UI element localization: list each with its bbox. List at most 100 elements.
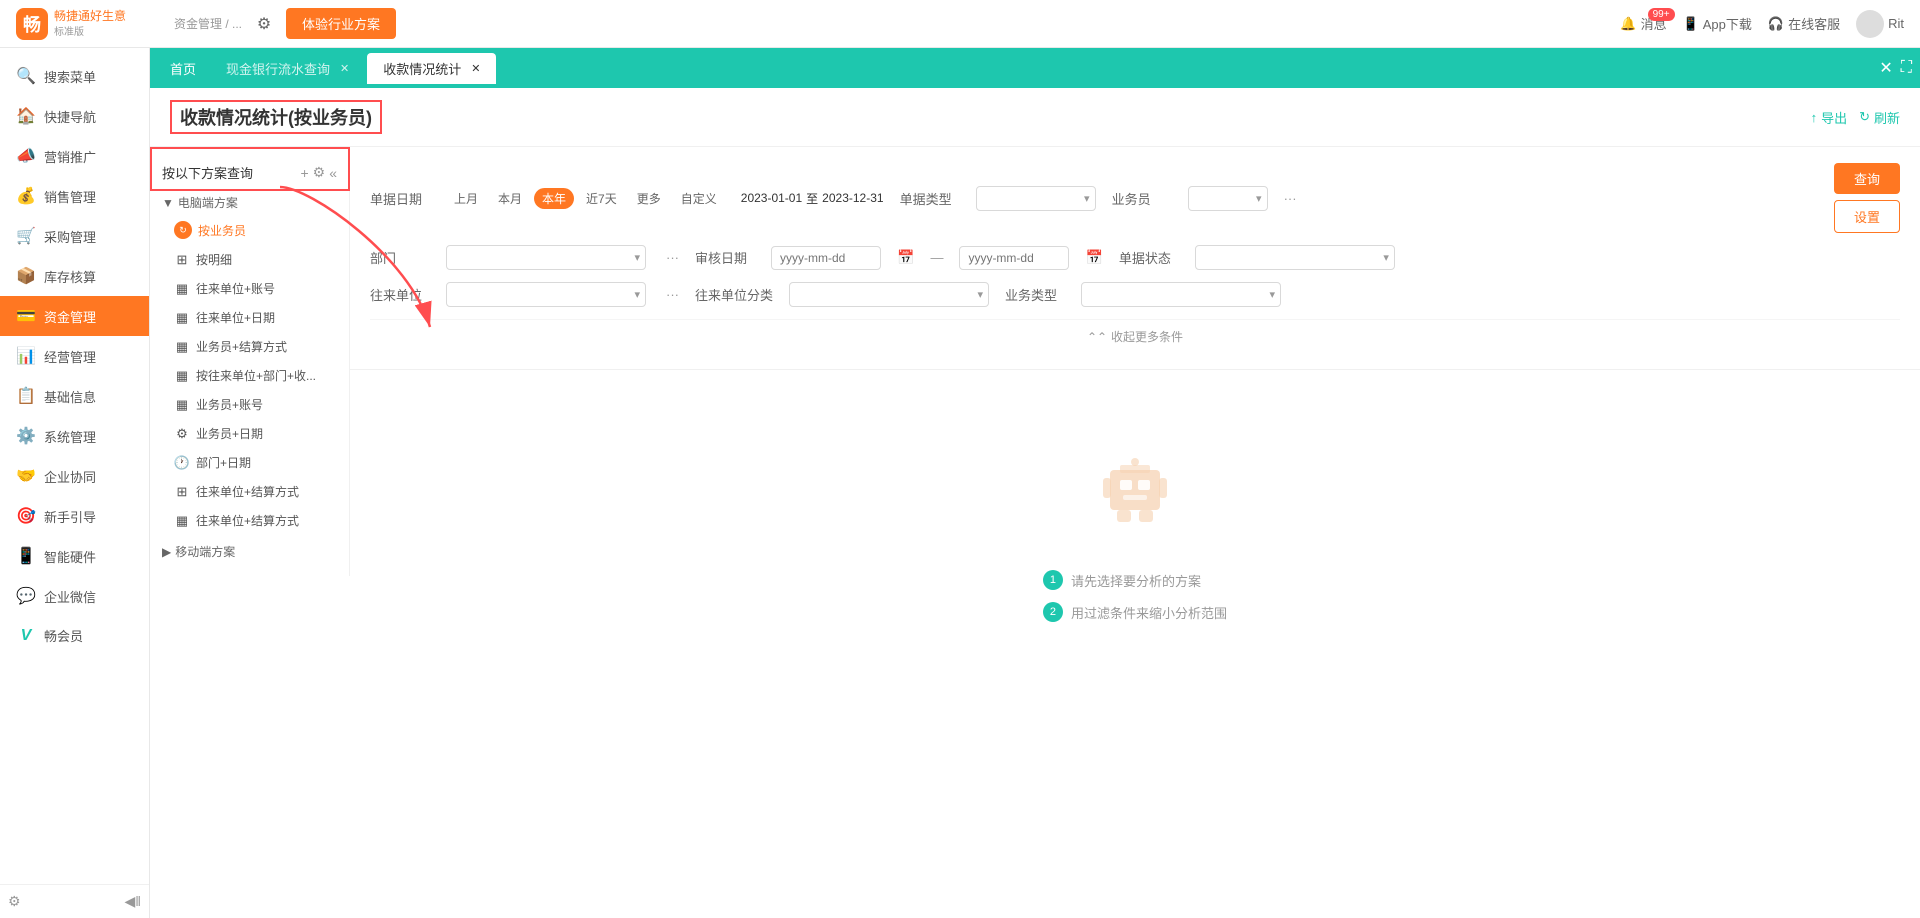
operations-icon: 📊 <box>16 346 36 366</box>
dept-select-wrap <box>446 245 646 270</box>
biz-type-select[interactable] <box>1081 282 1281 307</box>
table4-icon: ▦ <box>174 397 190 413</box>
grid2-icon: ⊞ <box>174 484 190 500</box>
scheme-item-by-detail[interactable]: ⊞ 按明细 <box>150 245 349 274</box>
panel-collapse-button[interactable]: « <box>329 164 337 181</box>
sidebar-collapse-button[interactable]: ◀‖ <box>124 893 141 910</box>
counterpart-select[interactable] <box>446 282 646 307</box>
notification-button[interactable]: 🔔 消息 99+ <box>1620 14 1666 33</box>
scheme-item-by-counterpart-dept[interactable]: ▦ 按往来单位+部门+收... <box>150 361 349 390</box>
sidebar-item-guide[interactable]: 🎯 新手引导 <box>0 496 149 536</box>
sidebar-item-enterprise[interactable]: 🤝 企业协同 <box>0 456 149 496</box>
scheme-group-mobile-title[interactable]: ▶ 移动端方案 <box>150 539 349 564</box>
collapse-button[interactable]: ⌃⌃ 收起更多条件 <box>1087 328 1183 345</box>
app-download-button[interactable]: 📱 App下载 <box>1683 14 1752 33</box>
scheme-item-salesman-date[interactable]: ⚙ 业务员+日期 <box>150 419 349 448</box>
sidebar-label-smarthw: 智能硬件 <box>44 547 96 566</box>
scheme-item-counterpart-date[interactable]: ▦ 往来单位+日期 <box>150 303 349 332</box>
sidebar-item-quicknav[interactable]: 🏠 快捷导航 <box>0 96 149 136</box>
sidebar-item-inventory[interactable]: 📦 库存核算 <box>0 256 149 296</box>
hint-number-2: 2 <box>1043 602 1063 622</box>
dept-more-icon[interactable]: ··· <box>666 250 679 265</box>
member-icon: V <box>16 627 36 645</box>
voucher-status-select[interactable] <box>1195 245 1395 270</box>
panel-settings-button[interactable]: ⚙ <box>313 164 326 181</box>
date-tab-last-month[interactable]: 上月 <box>446 188 486 209</box>
marketing-icon: 📣 <box>16 146 36 166</box>
tab-collect-close[interactable]: ✕ <box>471 62 480 75</box>
top-bar-left: 畅 畅捷通好生意 标准版 资金管理 / ... ⚙ 体验行业方案 <box>16 8 396 40</box>
date-tab-7days[interactable]: 近7天 <box>578 188 625 209</box>
sidebar-item-member[interactable]: V 畅会员 <box>0 616 149 655</box>
scheme-item-salesman-account[interactable]: ▦ 业务员+账号 <box>150 390 349 419</box>
counterpart-label: 往来单位 <box>370 285 430 304</box>
settings2-icon: ⚙ <box>174 426 190 442</box>
date-tab-this-month[interactable]: 本月 <box>490 188 530 209</box>
sidebar-label-basicinfo: 基础信息 <box>44 387 96 406</box>
calendar-icon1[interactable]: 📅 <box>897 249 914 266</box>
date-range-end: 2023-12-31 <box>822 191 883 205</box>
table3-icon: ▦ <box>174 368 190 384</box>
tab-bank-close[interactable]: ✕ <box>340 62 349 75</box>
date-tab-custom[interactable]: 自定义 <box>673 188 725 209</box>
scheme-item-counterpart-settle1[interactable]: ⊞ 往来单位+结算方式 <box>150 477 349 506</box>
scheme-item-by-salesman[interactable]: ↻ 按业务员 <box>150 215 349 245</box>
scheme-item-dept-date[interactable]: 🕐 部门+日期 <box>150 448 349 477</box>
table5-icon: ▦ <box>174 513 190 529</box>
scheme-item-label-counterpart-account: 往来单位+账号 <box>196 280 275 297</box>
tab-home[interactable]: 首页 <box>158 53 208 84</box>
scheme-group-pc: ▼ 电脑端方案 ↻ 按业务员 ⊞ 按明细 <box>150 190 349 535</box>
sidebar-settings-button[interactable]: ⚙ <box>8 893 21 910</box>
query-button[interactable]: 查询 <box>1834 163 1900 194</box>
top-bar-right: 🔔 消息 99+ 📱 App下载 🎧 在线客服 Rit <box>1620 10 1904 38</box>
scheme-group-pc-title[interactable]: ▼ 电脑端方案 <box>150 190 349 215</box>
refresh-button[interactable]: ↻ 刷新 <box>1859 108 1900 127</box>
sidebar-item-search[interactable]: 🔍 搜索菜单 <box>0 56 149 96</box>
scheme-item-label-detail: 按明细 <box>196 251 232 268</box>
user-avatar-area[interactable]: Rit <box>1856 10 1904 38</box>
trial-button[interactable]: 体验行业方案 <box>286 8 396 39</box>
salesman-select-wrap <box>1188 186 1268 211</box>
sidebar-item-operations[interactable]: 📊 经营管理 <box>0 336 149 376</box>
sidebar-item-sales[interactable]: 💰 销售管理 <box>0 176 149 216</box>
set-button[interactable]: 设置 <box>1834 200 1900 233</box>
export-icon: ↑ <box>1811 110 1818 125</box>
page-title: 收款情况统计(按业务员) <box>170 100 382 134</box>
review-date-start[interactable] <box>771 246 881 270</box>
panel-title: 按以下方案查询 <box>162 163 253 182</box>
panel-add-button[interactable]: + <box>300 164 308 181</box>
hint-item-2: 2 用过滤条件来缩小分析范围 <box>1043 602 1227 622</box>
sidebar-item-wechat[interactable]: 💬 企业微信 <box>0 576 149 616</box>
counterpart-more-icon[interactable]: ··· <box>666 287 679 302</box>
sidebar-item-purchase[interactable]: 🛒 采购管理 <box>0 216 149 256</box>
sidebar-item-finance[interactable]: 💳 资金管理 <box>0 296 149 336</box>
date-tab-this-year[interactable]: 本年 <box>534 188 574 209</box>
counterpart-category-select[interactable] <box>789 282 989 307</box>
scheme-item-counterpart-settle2[interactable]: ▦ 往来单位+结算方式 <box>150 506 349 535</box>
scheme-item-counterpart-account[interactable]: ▦ 往来单位+账号 <box>150 274 349 303</box>
settings-icon[interactable]: ⚙ <box>250 10 278 38</box>
scheme-item-salesman-settle[interactable]: ▦ 业务员+结算方式 <box>150 332 349 361</box>
export-button[interactable]: ↑ 导出 <box>1811 108 1848 127</box>
panel-header: 按以下方案查询 + ⚙ « <box>150 155 349 190</box>
tab-bank[interactable]: 现金银行流水查询 ✕ <box>210 53 365 84</box>
calendar-icon2[interactable]: 📅 <box>1085 249 1102 266</box>
review-date-end[interactable] <box>959 246 1069 270</box>
sidebar-nav: 🔍 搜索菜单 🏠 快捷导航 📣 营销推广 💰 销售管理 🛒 采购管理 📦 <box>0 48 149 884</box>
sidebar-label-guide: 新手引导 <box>44 507 96 526</box>
tab-collect[interactable]: 收款情况统计 ✕ <box>367 53 496 84</box>
salesman-more-icon[interactable]: ··· <box>1284 191 1297 206</box>
sidebar-item-system[interactable]: ⚙️ 系统管理 <box>0 416 149 456</box>
dept-select[interactable] <box>446 245 646 270</box>
sidebar-item-basicinfo[interactable]: 📋 基础信息 <box>0 376 149 416</box>
voucher-type-select[interactable] <box>976 186 1096 211</box>
tab-minimize-button[interactable]: ✕ <box>1879 58 1892 78</box>
tab-maximize-button[interactable]: ⛶ <box>1901 58 1912 78</box>
salesman-select[interactable] <box>1188 186 1268 211</box>
main-content: 首页 现金银行流水查询 ✕ 收款情况统计 ✕ ✕ ⛶ 收款情况统计(按业务员) <box>150 48 1920 918</box>
online-service-button[interactable]: 🎧 在线客服 <box>1768 14 1840 33</box>
sidebar-item-smarthw[interactable]: 📱 智能硬件 <box>0 536 149 576</box>
sidebar-item-marketing[interactable]: 📣 营销推广 <box>0 136 149 176</box>
date-tab-more[interactable]: 更多 <box>629 188 669 209</box>
filter-row-date: 单据日期 上月 本月 本年 近7天 更多 自定义 2023-01-01 <box>370 163 1900 233</box>
